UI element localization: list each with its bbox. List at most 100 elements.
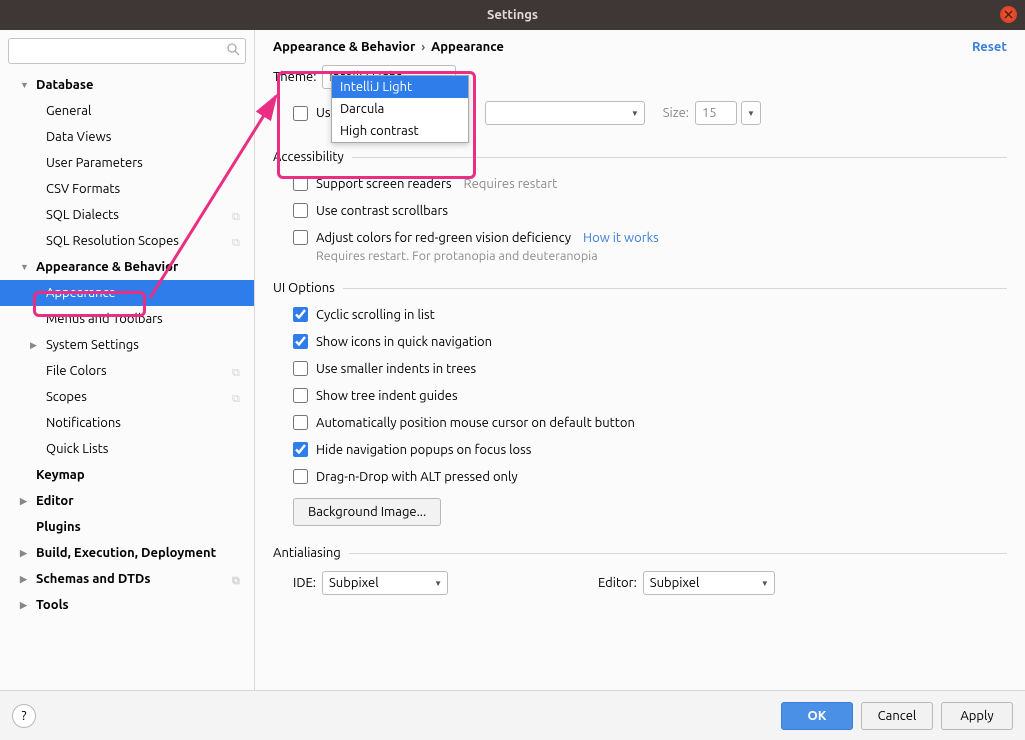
tree-item-label: Appearance & Behavior (34, 260, 178, 274)
project-icon (232, 209, 244, 221)
font-family-combo[interactable]: ▼ (485, 101, 645, 125)
breadcrumb-sep-icon: › (421, 41, 425, 54)
tree-arrow-icon (30, 340, 44, 351)
tree-item-label: Plugins (34, 520, 81, 534)
tree-item[interactable]: CSV Formats (0, 176, 254, 202)
tree-item-label: Scopes (44, 390, 87, 404)
reset-link[interactable]: Reset (972, 40, 1007, 54)
tree-arrow-icon (20, 496, 34, 507)
help-icon: ? (21, 709, 26, 723)
tree-item-label: Data Views (44, 130, 111, 144)
tree-item-label: Build, Execution, Deployment (34, 546, 216, 560)
tree-item[interactable]: Menus and Toolbars (0, 306, 254, 332)
tree-item[interactable]: Quick Lists (0, 436, 254, 462)
adjust-colors-checkbox[interactable] (293, 230, 308, 245)
help-button[interactable]: ? (12, 704, 36, 728)
requires-restart-hint: Requires restart (464, 177, 558, 191)
tree-guides-checkbox[interactable] (293, 388, 308, 403)
adjust-colors-hint: Requires restart. For protanopia and deu… (273, 249, 1007, 263)
project-icon (232, 573, 244, 585)
tree-item-label: SQL Dialects (44, 208, 119, 222)
tree-item-label: Schemas and DTDs (34, 572, 151, 586)
tree-item-label: Appearance (44, 286, 116, 300)
breadcrumb-root: Appearance & Behavior (273, 40, 415, 54)
ok-button[interactable]: OK (781, 702, 853, 730)
tree-item[interactable]: Notifications (0, 410, 254, 436)
tree-item[interactable]: System Settings (0, 332, 254, 358)
tree-item[interactable]: Tools (0, 592, 254, 618)
theme-option[interactable]: IntelliJ Light (332, 76, 468, 98)
tree-arrow-icon (20, 574, 34, 585)
tree-item[interactable]: Keymap (0, 462, 254, 488)
use-custom-font-checkbox[interactable] (293, 106, 308, 121)
project-icon (232, 235, 244, 247)
contrast-scrollbars-label: Use contrast scrollbars (316, 204, 448, 218)
apply-button[interactable]: Apply (941, 702, 1013, 730)
chevron-down-icon: ▼ (631, 109, 639, 118)
theme-label: Theme: (273, 70, 316, 84)
tree-arrow-icon (20, 600, 34, 611)
background-image-button[interactable]: Background Image... (293, 498, 441, 526)
section-ui-options: UI Options (273, 281, 1007, 295)
tree-item[interactable]: Appearance & Behavior (0, 254, 254, 280)
tree-item[interactable]: Database (0, 72, 254, 98)
adjust-colors-row: Adjust colors for red-green vision defic… (273, 224, 1007, 251)
chevron-down-icon: ▼ (761, 579, 769, 588)
tree-arrow-icon (20, 548, 34, 559)
tree-item[interactable]: General (0, 98, 254, 124)
tree-item-label: File Colors (44, 364, 107, 378)
theme-option[interactable]: High contrast (332, 120, 468, 142)
sidebar: Database General Data Views User Parameters… (0, 30, 255, 690)
screen-readers-checkbox[interactable] (293, 176, 308, 191)
show-icons-checkbox[interactable] (293, 334, 308, 349)
close-icon[interactable] (1000, 6, 1017, 23)
hide-popups-checkbox[interactable] (293, 442, 308, 457)
tree-item-label: Tools (34, 598, 69, 612)
chevron-down-icon: ▼ (434, 579, 442, 588)
tree-item[interactable]: SQL Resolution Scopes (0, 228, 254, 254)
tree-item-label: System Settings (44, 338, 139, 352)
tree-item[interactable]: User Parameters (0, 150, 254, 176)
tree-item[interactable]: Data Views (0, 124, 254, 150)
tree-item[interactable]: Plugins (0, 514, 254, 540)
chevron-down-icon: ▼ (747, 109, 755, 118)
tree-item-label: Keymap (34, 468, 85, 482)
tree-item-label: Menus and Toolbars (44, 312, 163, 326)
size-stepper[interactable]: ▼ (741, 101, 761, 125)
search-wrap (0, 30, 254, 72)
tree-item[interactable]: Build, Execution, Deployment (0, 540, 254, 566)
window-title: Settings (487, 8, 538, 22)
size-value-box[interactable]: 15 (695, 101, 737, 125)
tree-item-label: General (44, 104, 91, 118)
editor-aa-combo[interactable]: Subpixel▼ (643, 571, 775, 595)
smaller-indents-checkbox[interactable] (293, 361, 308, 376)
tree-item-label: Editor (34, 494, 74, 508)
section-antialiasing: Antialiasing (273, 546, 1007, 560)
settings-tree: Database General Data Views User Parameters… (0, 72, 254, 690)
contrast-scrollbars-row: Use contrast scrollbars (273, 197, 1007, 224)
ide-aa-combo[interactable]: Subpixel▼ (322, 571, 448, 595)
tree-item-label: SQL Resolution Scopes (44, 234, 179, 248)
footer: ? OK Cancel Apply (0, 690, 1025, 740)
tree-item[interactable]: Editor (0, 488, 254, 514)
cyclic-scrolling-checkbox[interactable] (293, 307, 308, 322)
ide-aa-label: IDE: (293, 576, 316, 590)
tree-arrow-icon (20, 80, 34, 90)
tree-item[interactable]: SQL Dialects (0, 202, 254, 228)
tree-item[interactable]: File Colors (0, 358, 254, 384)
auto-mouse-checkbox[interactable] (293, 415, 308, 430)
tree-item[interactable]: Scopes (0, 384, 254, 410)
contrast-scrollbars-checkbox[interactable] (293, 203, 308, 218)
tree-item[interactable]: Appearance (0, 280, 254, 306)
theme-option[interactable]: Darcula (332, 98, 468, 120)
tree-item-label: CSV Formats (44, 182, 120, 196)
project-icon (232, 365, 244, 377)
how-it-works-link[interactable]: How it works (583, 231, 659, 245)
breadcrumb-leaf: Appearance (431, 40, 504, 54)
theme-dropdown[interactable]: IntelliJ Light Darcula High contrast (331, 75, 469, 143)
dnd-alt-checkbox[interactable] (293, 469, 308, 484)
search-input[interactable] (8, 38, 246, 64)
cancel-button[interactable]: Cancel (861, 702, 933, 730)
tree-item[interactable]: Schemas and DTDs (0, 566, 254, 592)
size-label: Size: (663, 106, 689, 120)
